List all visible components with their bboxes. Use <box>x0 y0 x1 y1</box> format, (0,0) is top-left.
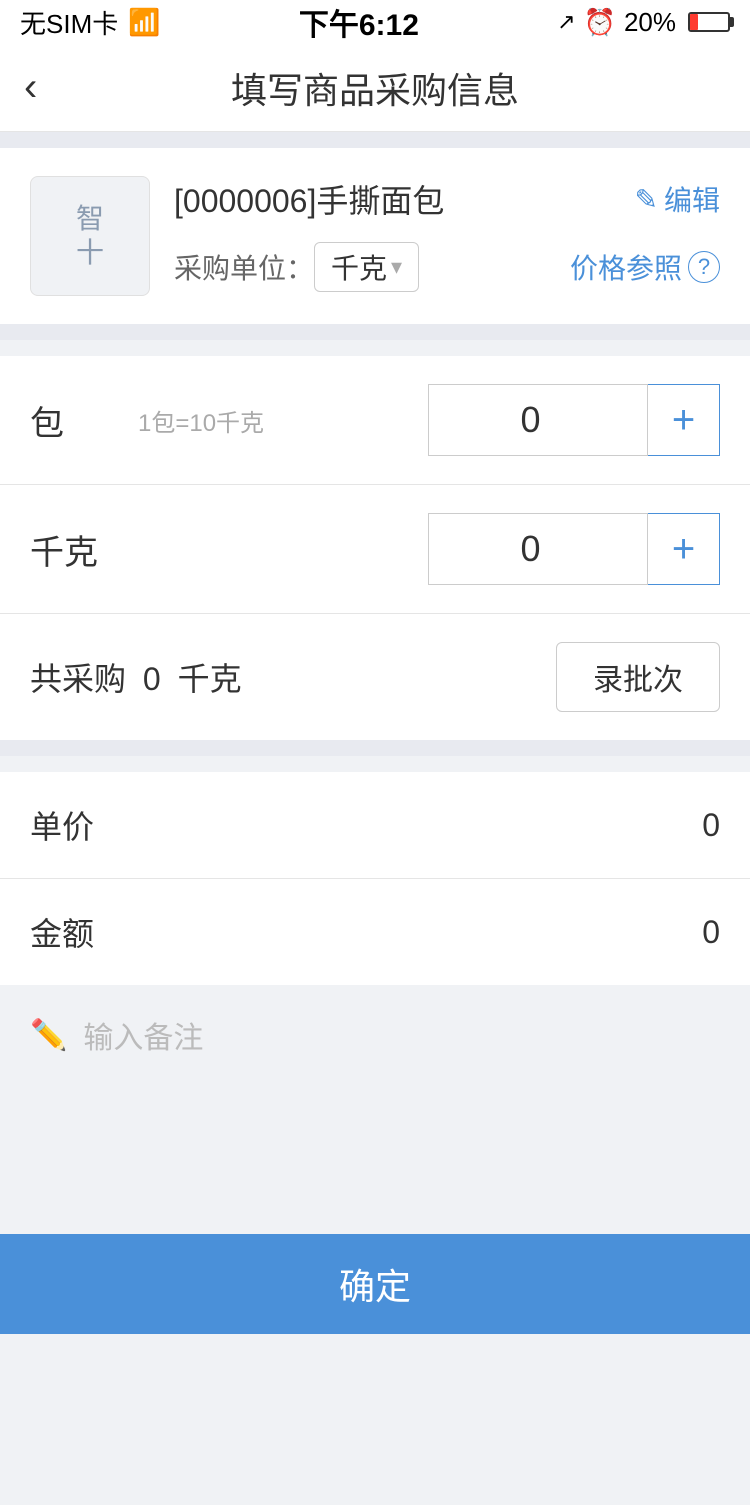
amount-row: 金额 0 <box>0 879 750 985</box>
product-name: [0000006]手撕面包 <box>174 176 444 222</box>
carrier-label: 无SIM卡 <box>20 4 118 41</box>
pencil-icon: ✏️ <box>30 1018 67 1053</box>
total-text: 共采购 0 千克 <box>30 654 242 700</box>
status-right: ↗ ⏰ 20% <box>557 7 730 38</box>
kg-label: 千克 <box>30 525 130 574</box>
total-row: 共采购 0 千克 录批次 <box>0 613 750 740</box>
bottom-spacer <box>0 1405 750 1505</box>
bag-input-row: 包 1包=10千克 + <box>0 356 750 485</box>
help-icon: ? <box>688 251 720 283</box>
status-left: 无SIM卡 📶 <box>20 4 161 41</box>
note-section[interactable]: ✏️ 输入备注 <box>0 985 750 1085</box>
bag-quantity-input[interactable] <box>428 384 648 456</box>
top-divider <box>0 132 750 148</box>
product-thumbnail: 智 十 <box>30 176 150 296</box>
kg-input-row: 千克 + <box>0 485 750 613</box>
unit-label: 采购单位： <box>174 247 314 287</box>
unit-row: 采购单位： 千克 ▾ 价格参照 ? <box>174 242 720 292</box>
product-info: [0000006]手撕面包 ✎ 编辑 采购单位： 千克 ▾ 价格参照 ? <box>174 176 720 292</box>
kg-input-control: + <box>428 513 720 585</box>
wifi-icon: 📶 <box>128 7 160 38</box>
status-bar: 无SIM卡 📶 下午6:12 ↗ ⏰ 20% <box>0 0 750 44</box>
unit-dropdown[interactable]: 千克 ▾ <box>314 242 419 292</box>
edit-icon: ✎ <box>635 183 658 216</box>
alarm-icon: ⏰ <box>584 7 616 38</box>
section-divider-2 <box>0 740 750 756</box>
unit-selector-group: 采购单位： 千克 ▾ <box>174 242 419 292</box>
battery-percent: 20% <box>624 7 676 38</box>
unit-price-value: 0 <box>702 807 720 844</box>
kg-quantity-input[interactable] <box>428 513 648 585</box>
edit-button[interactable]: ✎ 编辑 <box>635 179 720 219</box>
price-section: 单价 0 金额 0 <box>0 772 750 985</box>
nav-title: 填写商品采购信息 <box>231 62 519 114</box>
chevron-down-icon: ▾ <box>391 254 402 280</box>
confirm-button[interactable]: 确定 <box>0 1234 750 1334</box>
status-time: 下午6:12 <box>299 0 419 44</box>
product-card: 智 十 [0000006]手撕面包 ✎ 编辑 采购单位： 千克 ▾ 价格参照 <box>0 148 750 324</box>
battery-fill <box>690 14 698 30</box>
battery-icon <box>688 12 730 32</box>
bag-input-control: + <box>428 384 720 456</box>
unit-price-row: 单价 0 <box>0 772 750 879</box>
nav-bar: ‹ 填写商品采购信息 <box>0 44 750 132</box>
batch-button[interactable]: 录批次 <box>556 642 720 712</box>
unit-price-label: 单价 <box>30 802 94 848</box>
price-ref-button[interactable]: 价格参照 ? <box>570 247 720 287</box>
amount-label: 金额 <box>30 909 94 955</box>
section-divider-1 <box>0 324 750 340</box>
bag-label: 包 <box>30 396 130 445</box>
bag-sublabel: 1包=10千克 <box>138 403 428 438</box>
note-placeholder: 输入备注 <box>83 1013 203 1057</box>
kg-plus-button[interactable]: + <box>648 513 720 585</box>
bag-plus-button[interactable]: + <box>648 384 720 456</box>
amount-value: 0 <box>702 914 720 951</box>
back-button[interactable]: ‹ <box>24 65 37 110</box>
input-section: 包 1包=10千克 + 千克 + <box>0 356 750 613</box>
location-icon: ↗ <box>557 9 575 35</box>
product-name-row: [0000006]手撕面包 ✎ 编辑 <box>174 176 720 222</box>
product-logo: 智 十 <box>76 202 104 269</box>
